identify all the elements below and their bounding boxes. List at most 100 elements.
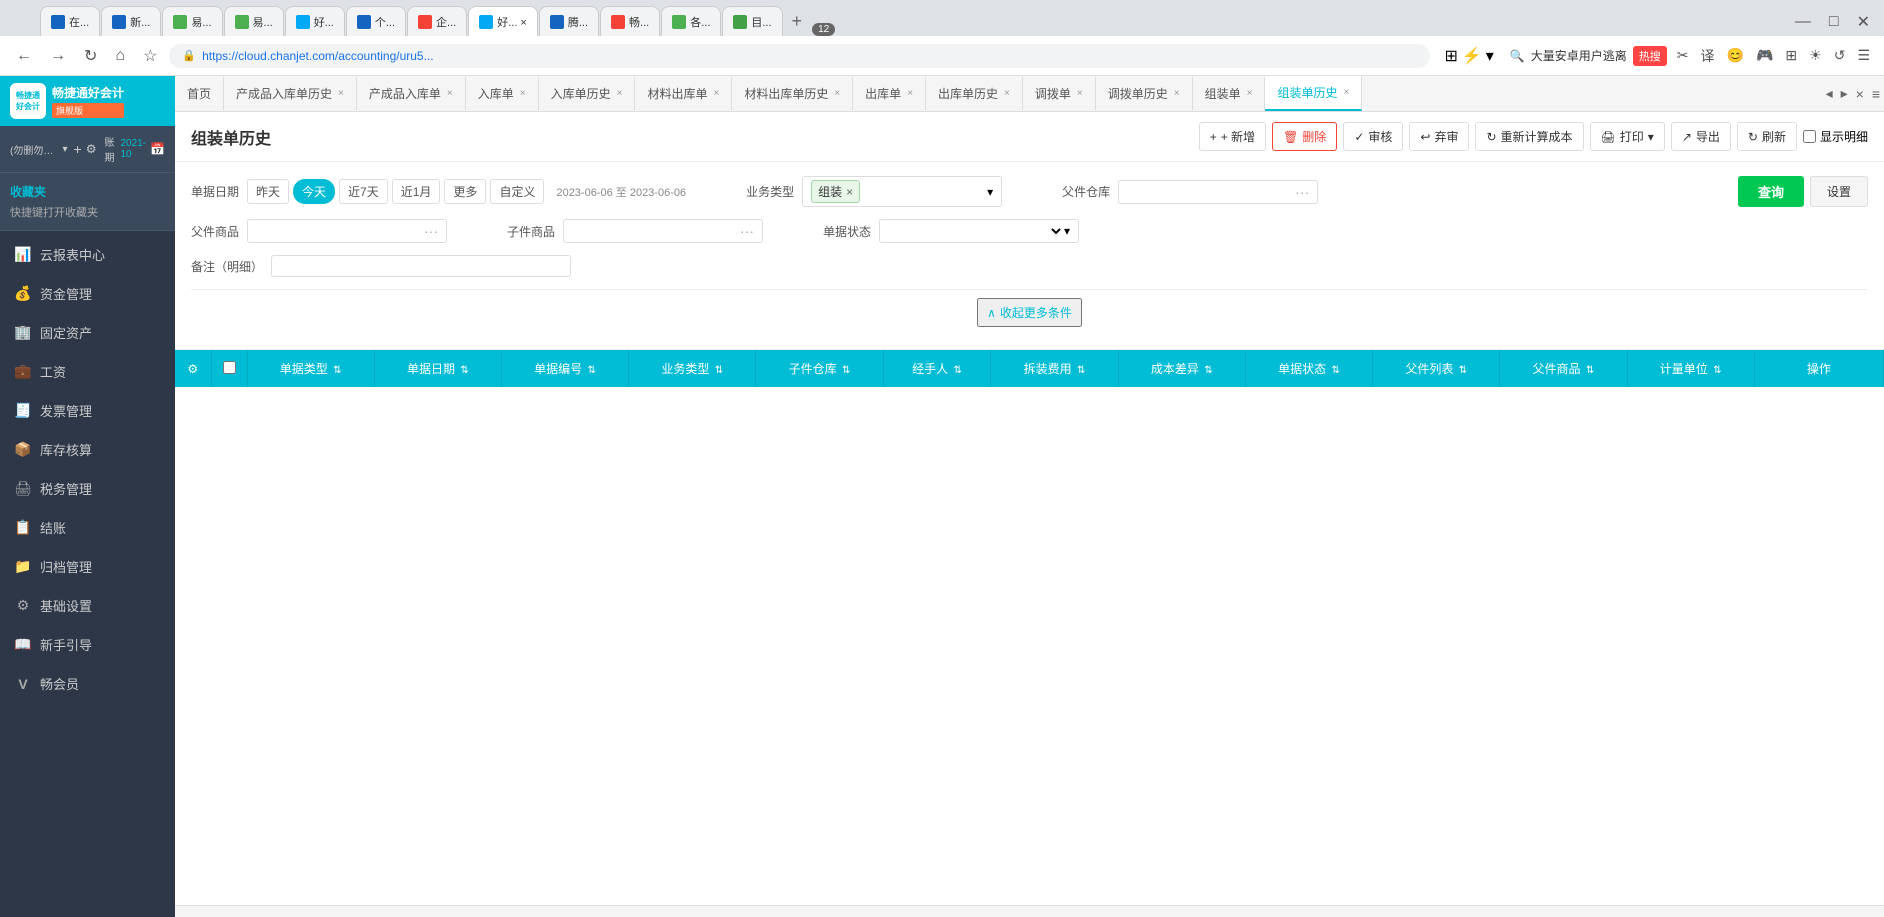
query-button[interactable]: 查询 xyxy=(1738,176,1804,207)
close-tab-in-history[interactable]: × xyxy=(617,88,623,99)
sidebar-item-basic[interactable]: ⚙ 基础设置 xyxy=(0,586,175,625)
parent-goods-input[interactable] xyxy=(256,224,424,238)
brightness-tool[interactable]: ☀ xyxy=(1805,43,1826,68)
menu-tool[interactable]: ☰ xyxy=(1853,43,1874,68)
company-settings-icon[interactable]: ⚙ xyxy=(86,142,97,156)
browser-tab-11[interactable]: 各... xyxy=(661,6,721,36)
back-button[interactable]: ← xyxy=(10,43,38,69)
apps-tool[interactable]: ⊞ xyxy=(1781,43,1801,68)
delete-button[interactable]: 🗑 删除 xyxy=(1272,122,1337,151)
col-parent-goods[interactable]: 父件商品 ⇅ xyxy=(1500,350,1627,387)
close-tab-material-out-history[interactable]: × xyxy=(834,88,840,99)
business-type-dropdown-icon[interactable]: ▾ xyxy=(987,185,993,199)
tab-in-history[interactable]: 入库单历史 × xyxy=(539,77,636,110)
show-detail-checkbox[interactable] xyxy=(1803,130,1816,143)
tab-out-history[interactable]: 出库单历史 × xyxy=(926,77,1023,110)
col-cost-diff[interactable]: 成本差异 ⇅ xyxy=(1118,350,1245,387)
address-bar[interactable]: 🔒 https://cloud.chanjet.com/accounting/u… xyxy=(169,44,1430,68)
home-browser-button[interactable]: ⌂ xyxy=(109,43,131,69)
browser-tab-12[interactable]: 目... xyxy=(722,6,782,36)
col-type[interactable]: 单据类型 ⇅ xyxy=(247,350,374,387)
sidebar-item-inventory[interactable]: 📦 库存核算 xyxy=(0,430,175,469)
browser-tab-4[interactable]: 易... xyxy=(224,6,284,36)
calendar-icon[interactable]: 📅 xyxy=(150,142,165,156)
sidebar-item-cloud-report[interactable]: 📊 云报表中心 xyxy=(0,235,175,274)
child-goods-more-icon[interactable]: ··· xyxy=(740,223,754,239)
sidebar-item-settle[interactable]: 📋 结账 xyxy=(0,508,175,547)
grid-icon[interactable]: ⊞ xyxy=(1444,46,1457,66)
browser-tab-3[interactable]: 易... xyxy=(162,6,222,36)
close-tab-assemble-history[interactable]: × xyxy=(1343,87,1349,98)
col-settings[interactable]: ⚙ xyxy=(175,350,211,387)
add-company-icon[interactable]: + xyxy=(74,141,82,157)
date-btn-custom[interactable]: 自定义 xyxy=(490,179,544,204)
date-btn-7days[interactable]: 近7天 xyxy=(339,179,388,204)
col-checkbox[interactable] xyxy=(211,350,247,387)
parent-warehouse-more-icon[interactable]: ··· xyxy=(1295,184,1309,200)
close-tab-assemble[interactable]: × xyxy=(1247,88,1253,99)
recalculate-button[interactable]: ↻ 重新计算成本 xyxy=(1475,122,1583,151)
tab-product-in-history[interactable]: 产成品入库单历史 × xyxy=(224,77,357,110)
undo-tool[interactable]: ↺ xyxy=(1830,43,1850,68)
sidebar-item-funds[interactable]: 💰 资金管理 xyxy=(0,274,175,313)
browser-tab-9[interactable]: 腾... xyxy=(539,6,599,36)
tab-product-in[interactable]: 产成品入库单 × xyxy=(357,77,466,110)
tab-material-out-history[interactable]: 材料出库单历史 × xyxy=(732,77,853,110)
browser-tab-5[interactable]: 好... xyxy=(285,6,345,36)
tabs-close-all-button[interactable]: × xyxy=(1852,82,1868,106)
select-all-checkbox[interactable] xyxy=(223,361,236,374)
tab-assemble-history[interactable]: 组装单历史 × xyxy=(1265,76,1362,111)
close-tab-material-out[interactable]: × xyxy=(713,88,719,99)
close-btn[interactable]: ✕ xyxy=(1851,8,1876,36)
child-goods-input[interactable] xyxy=(572,224,740,238)
close-tab-product-in[interactable]: × xyxy=(447,88,453,99)
browser-tab-8[interactable]: 好... × xyxy=(468,6,538,36)
browser-tab-2[interactable]: 新... xyxy=(101,6,161,36)
lightning-icon[interactable]: ⚡ xyxy=(1462,46,1482,66)
close-tab-out-order[interactable]: × xyxy=(907,88,913,99)
translate-tool[interactable]: 译 xyxy=(1697,42,1719,70)
date-btn-more[interactable]: 更多 xyxy=(444,179,486,204)
browser-tab-1[interactable]: 在... xyxy=(40,6,100,36)
col-parent-list[interactable]: 父件列表 ⇅ xyxy=(1373,350,1500,387)
close-tab-out-history[interactable]: × xyxy=(1004,88,1010,99)
close-tab-adjust[interactable]: × xyxy=(1077,88,1083,99)
collapse-button[interactable]: ∧ 收起更多条件 xyxy=(977,298,1082,327)
audit-button[interactable]: ✓ 审核 xyxy=(1343,122,1403,151)
tab-in-order[interactable]: 入库单 × xyxy=(466,77,539,110)
minimize-btn[interactable]: — xyxy=(1789,9,1817,35)
col-order-status[interactable]: 单据状态 ⇅ xyxy=(1245,350,1372,387)
tab-adjust-history[interactable]: 调拨单历史 × xyxy=(1096,77,1193,110)
tab-adjust[interactable]: 调拨单 × xyxy=(1023,77,1096,110)
sidebar-item-tax[interactable]: 🖨 税务管理 xyxy=(0,469,175,508)
sidebar-item-guide[interactable]: 📖 新手引导 xyxy=(0,625,175,664)
refresh-button[interactable]: ↻ 刷新 xyxy=(1737,122,1797,151)
add-button[interactable]: + + 新增 xyxy=(1199,122,1266,151)
close-tab-adjust-history[interactable]: × xyxy=(1174,88,1180,99)
maximize-btn[interactable]: □ xyxy=(1823,9,1845,35)
col-biz-type[interactable]: 业务类型 ⇅ xyxy=(629,350,756,387)
scrollbar-area[interactable] xyxy=(175,905,1884,917)
parent-goods-more-icon[interactable]: ··· xyxy=(424,223,438,239)
tabs-menu-button[interactable]: ≡ xyxy=(1868,82,1884,106)
tab-out-order[interactable]: 出库单 × xyxy=(853,77,926,110)
export-button[interactable]: ↗ 导出 xyxy=(1671,122,1731,151)
sidebar-item-invoice[interactable]: 🧾 发票管理 xyxy=(0,391,175,430)
close-tab-in-order[interactable]: × xyxy=(520,88,526,99)
col-child-warehouse[interactable]: 子件仓库 ⇅ xyxy=(756,350,883,387)
emoji-tool[interactable]: 😊 xyxy=(1723,43,1748,68)
remark-input[interactable] xyxy=(280,259,562,273)
browser-tab-7[interactable]: 企... xyxy=(407,6,467,36)
order-status-select[interactable] xyxy=(888,223,1064,239)
sidebar-item-archive[interactable]: 📁 归档管理 xyxy=(0,547,175,586)
company-selector[interactable]: (勿删勿禁用) 江西服宝测试专用 ▾ + ⚙ 账期 2021-10 📅 xyxy=(0,126,175,173)
sidebar-item-fixed-assets[interactable]: 🏢 固定资产 xyxy=(0,313,175,352)
forward-button[interactable]: → xyxy=(44,43,72,69)
date-btn-yesterday[interactable]: 昨天 xyxy=(247,179,289,204)
col-disassemble-fee[interactable]: 拆装费用 ⇅ xyxy=(991,350,1118,387)
scissors-tool[interactable]: ✂ xyxy=(1673,43,1693,68)
refresh-browser-button[interactable]: ↻ xyxy=(78,42,103,70)
close-tab-product-in-history[interactable]: × xyxy=(338,88,344,99)
col-date[interactable]: 单据日期 ⇅ xyxy=(374,350,501,387)
col-unit[interactable]: 计量单位 ⇅ xyxy=(1627,350,1754,387)
